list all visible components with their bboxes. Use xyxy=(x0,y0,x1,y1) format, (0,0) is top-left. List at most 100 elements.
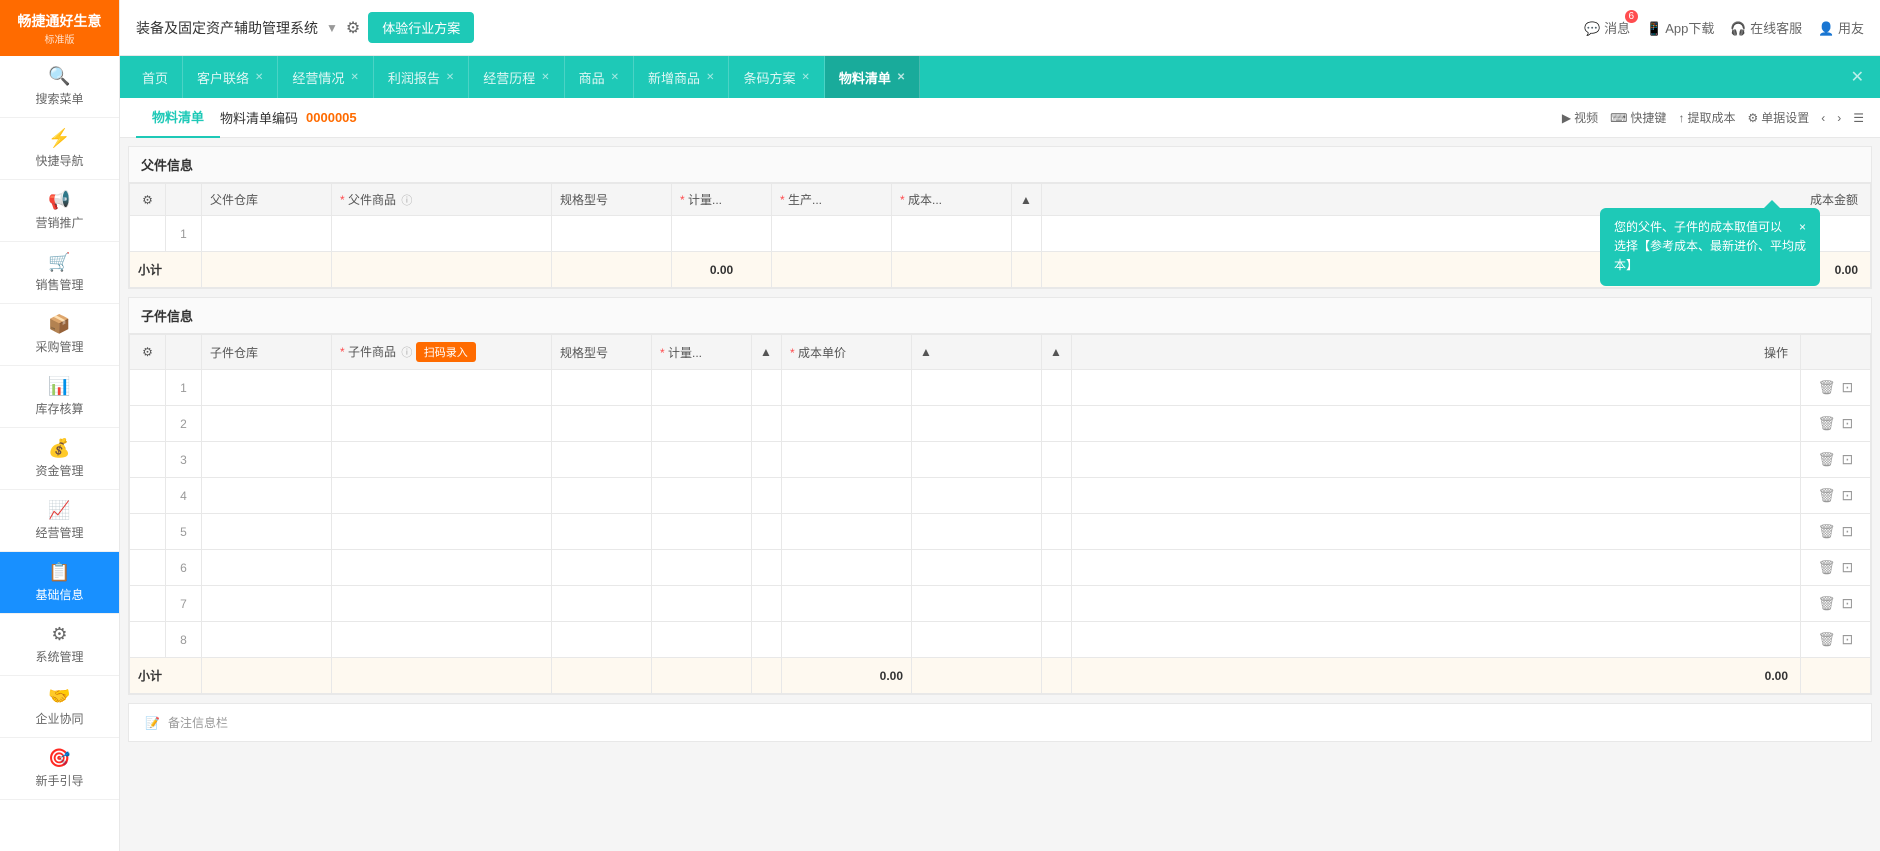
close-all-tabs-icon[interactable]: ✕ xyxy=(1843,67,1872,87)
tab-customer[interactable]: 客户联络 ✕ xyxy=(183,56,278,98)
child-row1-spec[interactable] xyxy=(552,370,652,406)
action-video[interactable]: ▶ 视频 xyxy=(1562,109,1598,126)
child-col-extra[interactable]: ▲ xyxy=(752,335,782,370)
sidebar-item-label: 快捷导航 xyxy=(35,152,83,169)
action-extract-cost[interactable]: ↑ 提取成本 xyxy=(1678,109,1735,126)
delete-icon[interactable]: 🗑 xyxy=(1818,523,1836,540)
copy-icon[interactable]: ⊡ xyxy=(1842,559,1854,576)
child-row1-warehouse[interactable] xyxy=(202,370,332,406)
delete-icon[interactable]: 🗑 xyxy=(1818,451,1836,468)
sidebar-item-purchase[interactable]: 📦 采购管理 xyxy=(0,304,119,366)
online-service-link[interactable]: 🎧 在线客服 xyxy=(1730,18,1802,37)
tooltip-text: 您的父件、子件的成本取值可以选择【参考成本、最新进价、平均成本】 xyxy=(1614,220,1806,272)
delete-icon[interactable]: 🗑 xyxy=(1818,631,1836,648)
tab-goods[interactable]: 商品 ✕ xyxy=(565,56,634,98)
nav-next-icon[interactable]: › xyxy=(1837,111,1841,125)
parent-row-unit[interactable] xyxy=(672,216,772,252)
settings-icon[interactable]: ⚙ xyxy=(346,18,360,38)
sidebar: 畅捷通好生意 标准版 🔍 搜索菜单 ⚡ 快捷导航 📢 营销推广 🛒 销售管理 📦… xyxy=(0,0,120,851)
child-product-hint-icon[interactable]: ⓘ xyxy=(401,347,412,359)
scan-input-button[interactable]: 扫码录入 xyxy=(416,342,476,362)
tab-bom[interactable]: 物料清单 ✕ xyxy=(825,56,920,98)
delete-icon[interactable]: 🗑 xyxy=(1818,595,1836,612)
tab-close-icon[interactable]: ✕ xyxy=(801,72,809,83)
sidebar-item-newbie[interactable]: 🎯 新手引导 xyxy=(0,738,119,800)
topbar-left: 装备及固定资产辅助管理系统 ▼ ⚙ 体验行业方案 xyxy=(136,12,474,43)
parent-row-cost[interactable] xyxy=(892,216,1012,252)
delete-icon[interactable]: 🗑 xyxy=(1818,487,1836,504)
sidebar-item-basic-info[interactable]: 📋 基础信息 xyxy=(0,552,119,614)
tab-close-icon[interactable]: ✕ xyxy=(350,72,358,83)
copy-icon[interactable]: ⊡ xyxy=(1842,487,1854,504)
main-area: 装备及固定资产辅助管理系统 ▼ ⚙ 体验行业方案 💬 消息 6 📱 App下载 … xyxy=(120,0,1880,851)
tab-home[interactable]: 首页 xyxy=(128,56,183,98)
tab-profit[interactable]: 利润报告 ✕ xyxy=(374,56,469,98)
sidebar-item-operations[interactable]: 📈 经营管理 xyxy=(0,490,119,552)
tab-close-icon[interactable]: ✕ xyxy=(611,72,619,83)
tooltip-close-button[interactable]: × xyxy=(1799,218,1806,237)
parent-row-product[interactable] xyxy=(332,216,552,252)
parent-section-title: 父件信息 xyxy=(129,147,1871,183)
sidebar-item-label: 资金管理 xyxy=(35,462,83,479)
sidebar-item-collab[interactable]: 🤝 企业协同 xyxy=(0,676,119,738)
sidebar-item-quicknav[interactable]: ⚡ 快捷导航 xyxy=(0,118,119,180)
grid-view-icon[interactable]: ☰ xyxy=(1853,111,1864,125)
subtab-bom-list[interactable]: 物料清单 xyxy=(136,98,220,138)
child-row1-actions: 🗑 ⊡ xyxy=(1801,379,1870,396)
message-badge[interactable]: 💬 消息 6 xyxy=(1584,18,1630,37)
tab-close-icon[interactable]: ✕ xyxy=(541,72,549,83)
sidebar-item-finance[interactable]: 💰 资金管理 xyxy=(0,428,119,490)
child-col-extra2[interactable]: ▲ xyxy=(1042,335,1072,370)
child-row1-amount[interactable] xyxy=(1072,370,1801,406)
sidebar-item-sales[interactable]: 🛒 销售管理 xyxy=(0,242,119,304)
user-avatar[interactable]: 👤 用友 xyxy=(1818,18,1864,37)
tab-history[interactable]: 经营历程 ✕ xyxy=(469,56,564,98)
newbie-icon: 🎯 xyxy=(48,748,70,769)
delete-icon[interactable]: 🗑 xyxy=(1818,559,1836,576)
sidebar-item-inventory[interactable]: 📊 库存核算 xyxy=(0,366,119,428)
child-row1-qty[interactable] xyxy=(782,370,912,406)
parent-subtotal-cost xyxy=(892,252,1012,288)
product-hint-icon[interactable]: ⓘ xyxy=(401,195,412,207)
child-row1-product[interactable] xyxy=(332,370,552,406)
child-row1-unit-cost[interactable] xyxy=(912,370,1042,406)
tab-close-icon[interactable]: ✕ xyxy=(706,72,714,83)
copy-icon[interactable]: ⊡ xyxy=(1842,451,1854,468)
child-row1-unit[interactable] xyxy=(652,370,752,406)
tab-operations[interactable]: 经营情况 ✕ xyxy=(278,56,373,98)
nav-prev-icon[interactable]: ‹ xyxy=(1821,111,1825,125)
copy-icon[interactable]: ⊡ xyxy=(1842,415,1854,432)
sidebar-item-search[interactable]: 🔍 搜索菜单 xyxy=(0,56,119,118)
copy-icon[interactable]: ⊡ xyxy=(1842,595,1854,612)
copy-icon[interactable]: ⊡ xyxy=(1842,523,1854,540)
app-download-link[interactable]: 📱 App下载 xyxy=(1646,18,1714,37)
delete-icon[interactable]: 🗑 xyxy=(1818,415,1836,432)
tab-new-goods[interactable]: 新增商品 ✕ xyxy=(634,56,729,98)
table-row: 5 🗑 ⊡ xyxy=(130,514,1871,550)
copy-icon[interactable]: ⊡ xyxy=(1842,379,1854,396)
delete-icon[interactable]: 🗑 xyxy=(1818,379,1836,396)
child-col-cost-amount: 操作 xyxy=(1072,335,1801,370)
parent-row-spec[interactable] xyxy=(552,216,672,252)
sidebar-menu: 🔍 搜索菜单 ⚡ 快捷导航 📢 营销推广 🛒 销售管理 📦 采购管理 📊 库存核… xyxy=(0,56,119,851)
parent-col-gear[interactable]: ⚙ xyxy=(130,184,166,216)
sidebar-item-label: 库存核算 xyxy=(35,400,83,417)
message-label: 消息 xyxy=(1604,21,1630,36)
sidebar-item-marketing[interactable]: 📢 营销推广 xyxy=(0,180,119,242)
sidebar-item-system[interactable]: ⚙ 系统管理 xyxy=(0,614,119,676)
child-col-gear[interactable]: ⚙ xyxy=(130,335,166,370)
parent-row-production[interactable] xyxy=(772,216,892,252)
parent-row-warehouse[interactable] xyxy=(202,216,332,252)
dropdown-arrow[interactable]: ▼ xyxy=(326,21,338,35)
basic-info-icon: 📋 xyxy=(48,562,70,583)
tab-close-icon[interactable]: ✕ xyxy=(446,72,454,83)
tab-close-icon[interactable]: ✕ xyxy=(897,72,905,83)
tab-close-icon[interactable]: ✕ xyxy=(255,72,263,83)
action-doc-settings[interactable]: ⚙ 单据设置 xyxy=(1747,109,1809,126)
parent-col-extra[interactable]: ▲ xyxy=(1012,184,1042,216)
trial-button[interactable]: 体验行业方案 xyxy=(368,12,474,43)
sub-tabs: 物料清单 物料清单编码 0000005 xyxy=(136,98,357,138)
action-shortcut[interactable]: ⌨ 快捷键 xyxy=(1610,109,1666,126)
copy-icon[interactable]: ⊡ xyxy=(1842,631,1854,648)
tab-barcode[interactable]: 条码方案 ✕ xyxy=(729,56,824,98)
